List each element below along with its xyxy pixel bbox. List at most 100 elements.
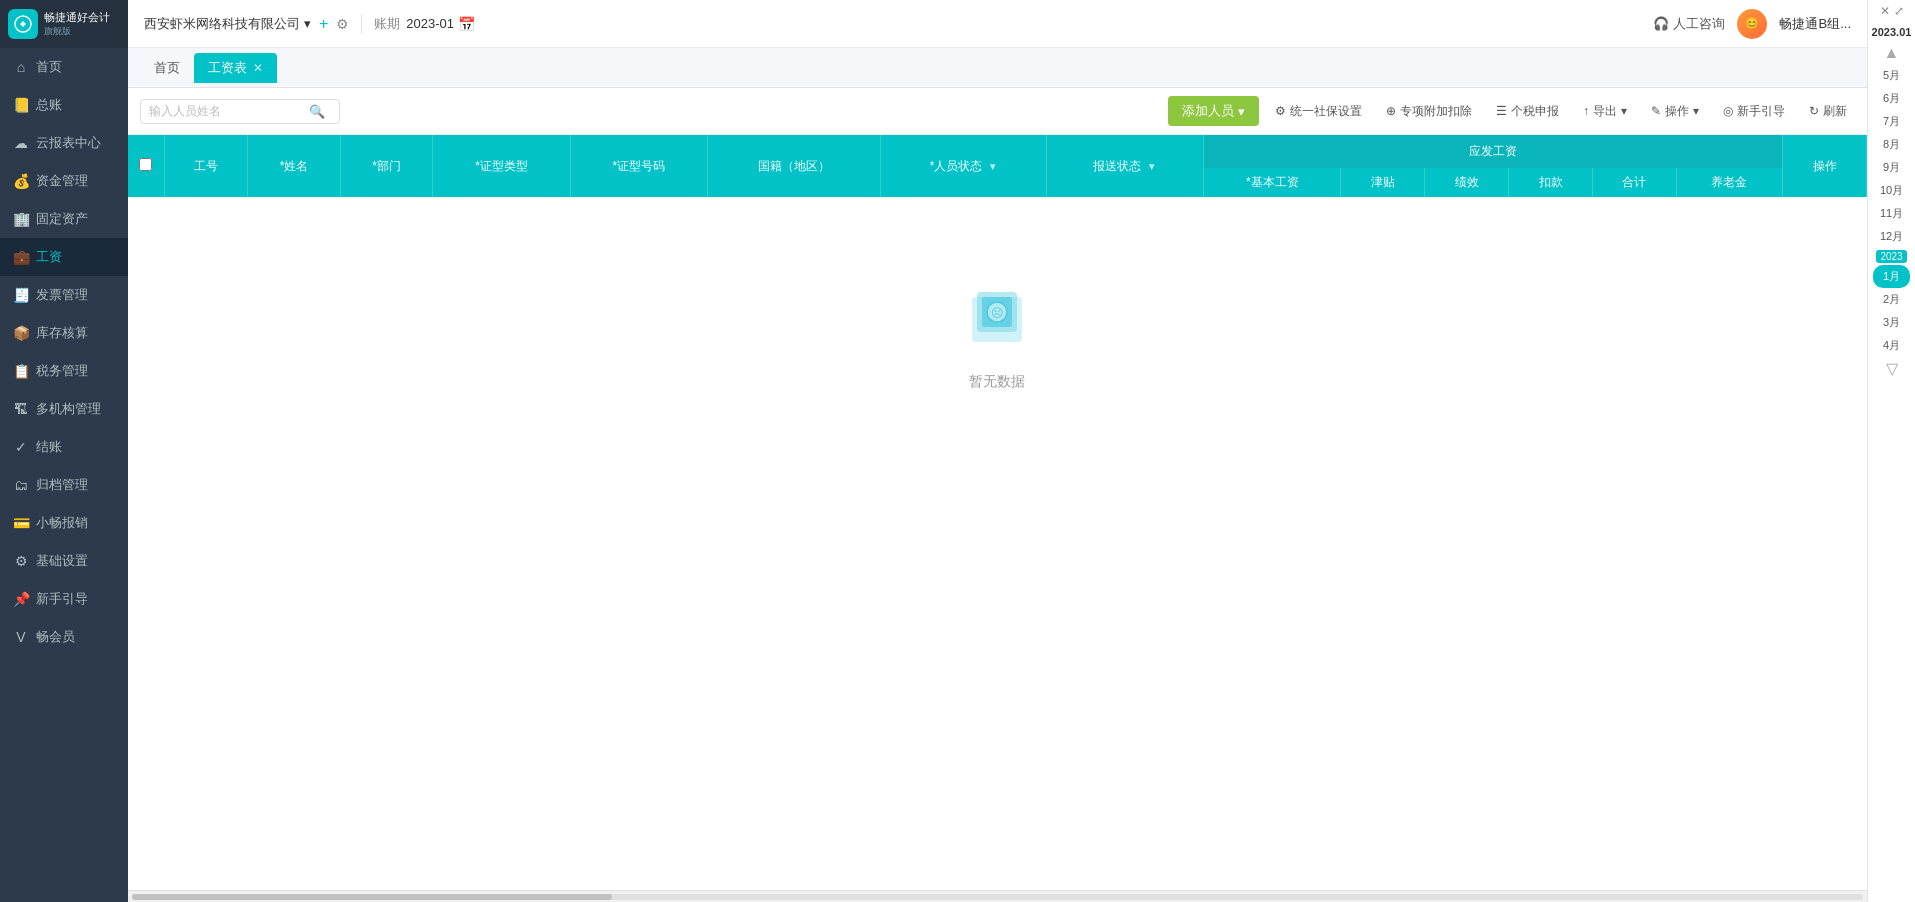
export-btn[interactable]: ↑ 导出 ▾ bbox=[1575, 99, 1635, 124]
calendar-down-arrow[interactable]: ▽ bbox=[1868, 357, 1915, 380]
service-btn[interactable]: 🎧 人工咨询 bbox=[1653, 15, 1725, 33]
tab-salary[interactable]: 工资表 ✕ bbox=[194, 53, 277, 83]
sidebar-item-settings[interactable]: ⚙ 基础设置 bbox=[0, 542, 128, 580]
sidebar-item-cloud-report[interactable]: ☁云报表中心 bbox=[0, 124, 128, 162]
company-selector[interactable]: 西安虾米网络科技有限公司 ▾ bbox=[144, 15, 311, 33]
sidebar-item-member[interactable]: V畅会员 bbox=[0, 618, 128, 656]
toolbar: 🔍 添加人员 ▾ ⚙ 统一社保设置 ⊕ 专项附加扣除 ☰ 个税申报 ↑ 导出 bbox=[128, 88, 1867, 135]
sidebar-item-fixed-assets[interactable]: 🏢固定资产 bbox=[0, 200, 128, 238]
social-security-label: 统一社保设置 bbox=[1290, 103, 1362, 120]
settings-icon[interactable]: ⚙ bbox=[336, 16, 349, 32]
social-security-btn[interactable]: ⚙ 统一社保设置 bbox=[1267, 99, 1370, 124]
sidebar-item-archive[interactable]: 🗂归档管理 bbox=[0, 466, 128, 504]
salary-icon: 💼 bbox=[12, 249, 30, 265]
sidebar-label-close: 结账 bbox=[36, 438, 62, 456]
sidebar: 畅捷通好会计 旗舰版 ⌂首页📒总账☁云报表中心💰资金管理🏢固定资产💼工资🧾发票管… bbox=[0, 0, 128, 902]
settings-icon: ⚙ bbox=[12, 553, 30, 569]
select-all-checkbox[interactable] bbox=[139, 158, 152, 171]
guide-icon: ◎ bbox=[1723, 104, 1733, 118]
scrollbar-thumb[interactable] bbox=[132, 894, 612, 900]
panel-close-icon[interactable]: ✕ bbox=[1880, 4, 1890, 18]
sidebar-item-multi-org[interactable]: 🏗多机构管理 bbox=[0, 390, 128, 428]
th-salary-group: 应发工资 bbox=[1204, 135, 1783, 168]
sidebar-item-ledger[interactable]: 📒总账 bbox=[0, 86, 128, 124]
period-value: 2023-01 bbox=[406, 16, 454, 31]
sidebar-item-salary[interactable]: 💼工资 bbox=[0, 238, 128, 276]
calendar-month-2022-07[interactable]: 7月 bbox=[1868, 110, 1915, 133]
logo-icon bbox=[8, 9, 38, 39]
topbar: 西安虾米网络科技有限公司 ▾ + ⚙ 账期 2023-01 📅 🎧 人工咨询 😊… bbox=[128, 0, 1867, 48]
th-id-no: *证型号码 bbox=[570, 135, 707, 197]
search-input[interactable] bbox=[149, 104, 309, 118]
calendar-prev-months: 5月6月7月8月9月10月11月12月 bbox=[1868, 64, 1915, 248]
tax-report-btn[interactable]: ☰ 个税申报 bbox=[1488, 99, 1567, 124]
operations-icon: ✎ bbox=[1651, 104, 1661, 118]
th-status: *人员状态 ▼ bbox=[881, 135, 1047, 197]
th-checkbox[interactable] bbox=[128, 135, 164, 197]
sidebar-label-home: 首页 bbox=[36, 58, 62, 76]
add-person-button[interactable]: 添加人员 ▾ bbox=[1168, 96, 1259, 126]
operations-label: 操作 bbox=[1665, 103, 1689, 120]
sidebar-item-expense[interactable]: 💳小畅报销 bbox=[0, 504, 128, 542]
member-icon: V bbox=[12, 629, 30, 645]
tab-home[interactable]: 首页 bbox=[140, 53, 194, 83]
calendar-month-2023-04[interactable]: 4月 bbox=[1868, 334, 1915, 357]
sidebar-label-invoice: 发票管理 bbox=[36, 286, 88, 304]
sidebar-item-inventory[interactable]: 📦库存核算 bbox=[0, 314, 128, 352]
scrollbar-track bbox=[132, 894, 1863, 900]
calendar-month-2022-11[interactable]: 11月 bbox=[1868, 202, 1915, 225]
guide-btn[interactable]: ◎ 新手引导 bbox=[1715, 99, 1793, 124]
refresh-icon: ↻ bbox=[1809, 104, 1819, 118]
social-security-icon: ⚙ bbox=[1275, 104, 1286, 118]
add-company-icon[interactable]: + bbox=[319, 15, 328, 33]
calendar-month-2023-01[interactable]: 1月 bbox=[1873, 265, 1911, 288]
calendar-month-2022-10[interactable]: 10月 bbox=[1868, 179, 1915, 202]
report-filter-icon[interactable]: ▼ bbox=[1147, 161, 1157, 172]
sidebar-item-invoice[interactable]: 🧾发票管理 bbox=[0, 276, 128, 314]
sidebar-label-inventory: 库存核算 bbox=[36, 324, 88, 342]
sidebar-item-home[interactable]: ⌂首页 bbox=[0, 48, 128, 86]
horizontal-scrollbar[interactable] bbox=[128, 890, 1867, 902]
panel-expand-icon[interactable]: ⤢ bbox=[1894, 4, 1904, 18]
calendar-up-arrow[interactable]: ▲ bbox=[1868, 42, 1915, 64]
topbar-right: 🎧 人工咨询 😊 畅捷通B组... bbox=[1653, 9, 1851, 39]
th-operations: 操作 bbox=[1783, 135, 1867, 197]
table-header-row: 工号 *姓名 *部门 *证型类型 *证型号码 国籍（地区） *人员状态 ▼ 报送… bbox=[128, 135, 1867, 168]
calendar-month-2022-12[interactable]: 12月 bbox=[1868, 225, 1915, 248]
empty-text: 暂无数据 bbox=[969, 373, 1025, 391]
calendar-icon[interactable]: 📅 bbox=[458, 16, 475, 32]
add-dropdown-icon: ▾ bbox=[1238, 104, 1245, 119]
special-deduct-btn[interactable]: ⊕ 专项附加扣除 bbox=[1378, 99, 1480, 124]
search-box[interactable]: 🔍 bbox=[140, 99, 340, 124]
calendar-month-2023-03[interactable]: 3月 bbox=[1868, 311, 1915, 334]
calendar-month-2023-02[interactable]: 2月 bbox=[1868, 288, 1915, 311]
th-nationality: 国籍（地区） bbox=[708, 135, 881, 197]
period-display: 账期 2023-01 📅 bbox=[374, 15, 475, 33]
status-filter-icon[interactable]: ▼ bbox=[988, 161, 998, 172]
operations-dropdown-icon: ▾ bbox=[1693, 104, 1699, 118]
th-name: *姓名 bbox=[248, 135, 341, 197]
company-dropdown-icon: ▾ bbox=[304, 16, 311, 31]
calendar-month-2022-06[interactable]: 6月 bbox=[1868, 87, 1915, 110]
calendar-month-2022-08[interactable]: 8月 bbox=[1868, 133, 1915, 156]
tabbar: 首页 工资表 ✕ bbox=[128, 48, 1867, 88]
special-deduct-label: 专项附加扣除 bbox=[1400, 103, 1472, 120]
empty-state: ☹ 暂无数据 bbox=[128, 197, 1867, 471]
calendar-month-2022-05[interactable]: 5月 bbox=[1868, 64, 1915, 87]
panel-controls: ✕ ⤢ bbox=[1880, 4, 1904, 18]
sidebar-item-guide[interactable]: 📌新手引导 bbox=[0, 580, 128, 618]
tab-home-label: 首页 bbox=[154, 59, 180, 77]
user-avatar[interactable]: 😊 bbox=[1737, 9, 1767, 39]
guide-icon: 📌 bbox=[12, 591, 30, 607]
svg-text:☹: ☹ bbox=[991, 306, 1004, 320]
operations-btn[interactable]: ✎ 操作 ▾ bbox=[1643, 99, 1707, 124]
sidebar-item-fund[interactable]: 💰资金管理 bbox=[0, 162, 128, 200]
sidebar-item-close[interactable]: ✓结账 bbox=[0, 428, 128, 466]
main-content: 西安虾米网络科技有限公司 ▾ + ⚙ 账期 2023-01 📅 🎧 人工咨询 😊… bbox=[128, 0, 1867, 902]
empty-state-row: ☹ 暂无数据 bbox=[128, 197, 1867, 471]
calendar-month-2022-09[interactable]: 9月 bbox=[1868, 156, 1915, 179]
sidebar-label-settings: 基础设置 bbox=[36, 552, 88, 570]
refresh-btn[interactable]: ↻ 刷新 bbox=[1801, 99, 1855, 124]
tab-salary-close[interactable]: ✕ bbox=[253, 62, 263, 74]
sidebar-item-tax[interactable]: 📋税务管理 bbox=[0, 352, 128, 390]
